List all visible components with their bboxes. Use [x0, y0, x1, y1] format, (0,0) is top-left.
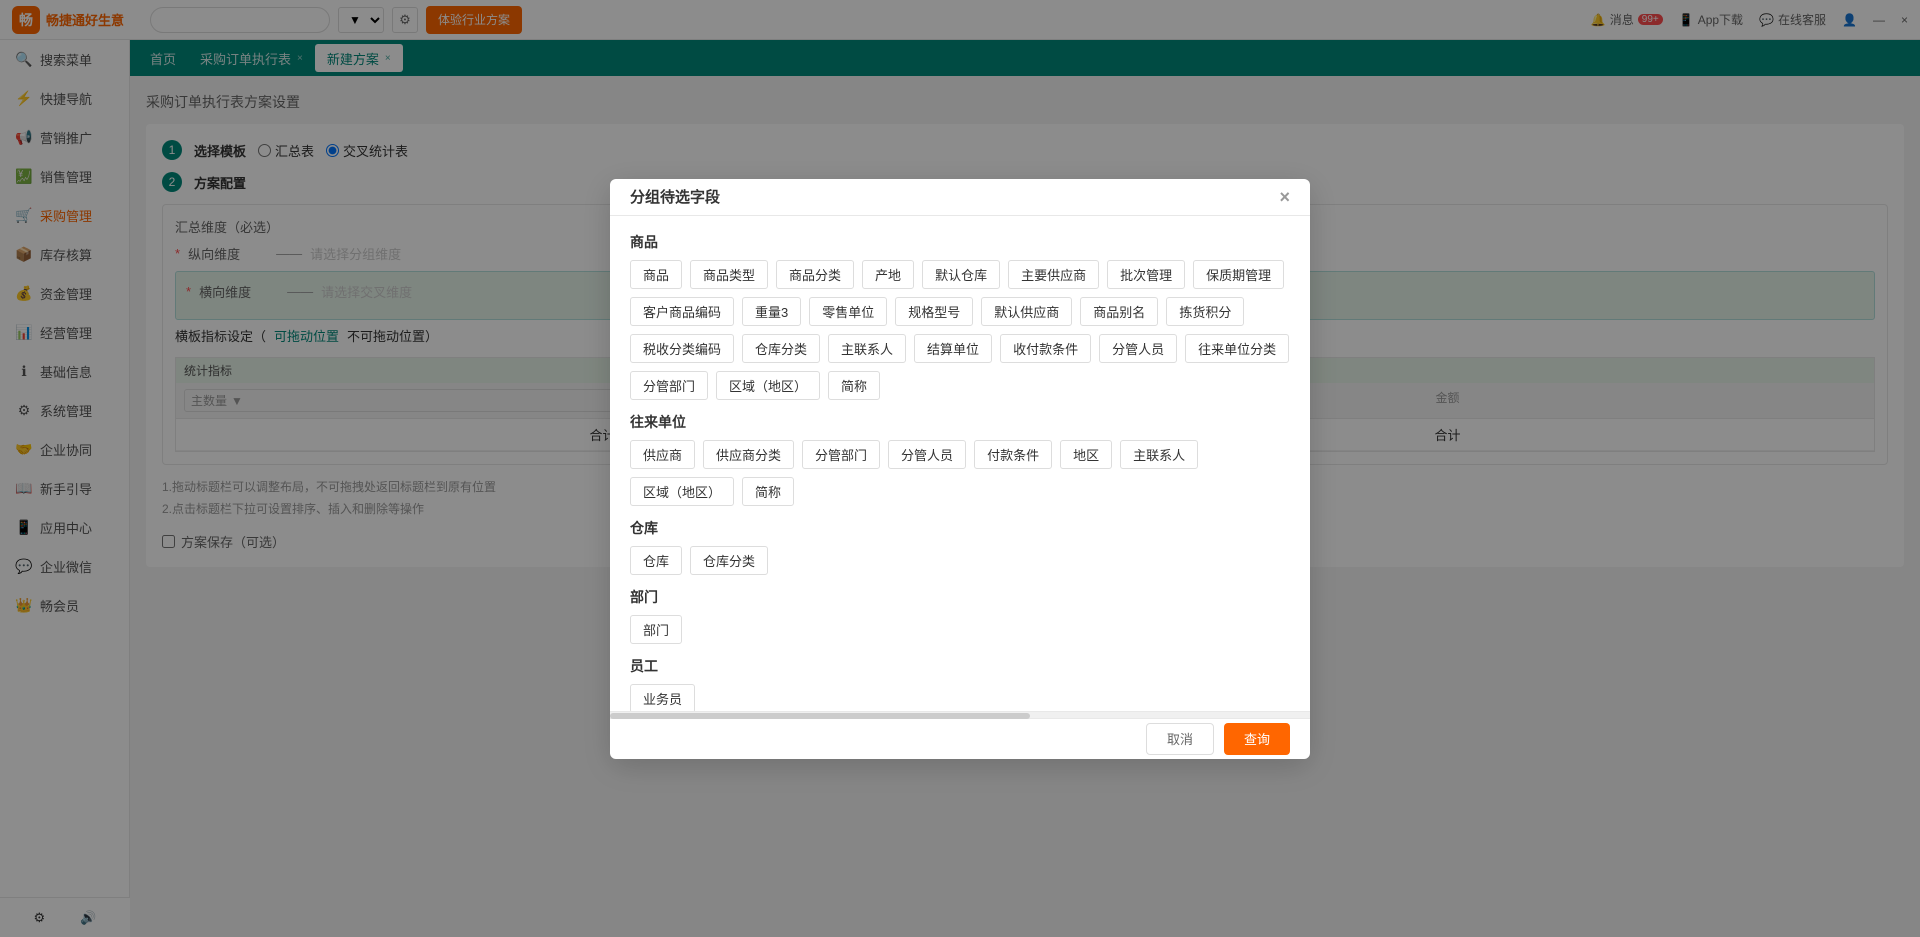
field-tag[interactable]: 主联系人	[1120, 440, 1198, 469]
field-tag[interactable]: 区域（地区）	[630, 477, 734, 506]
field-tag[interactable]: 收付款条件	[1000, 334, 1091, 363]
modal-field-selector: 分组待选字段 × 商品 商品 商品类型 商品分类 产地 默认仓库 主要供应商 批…	[610, 179, 1310, 759]
field-tag[interactable]: 客户商品编码	[630, 297, 734, 326]
section-title-partner: 往来单位	[630, 412, 1290, 432]
field-tag[interactable]: 供应商	[630, 440, 695, 469]
field-tag[interactable]: 重量3	[742, 297, 801, 326]
field-tag[interactable]: 简称	[828, 371, 880, 400]
field-tag[interactable]: 零售单位	[809, 297, 887, 326]
field-tag[interactable]: 主要供应商	[1008, 260, 1099, 289]
field-tag[interactable]: 付款条件	[974, 440, 1052, 469]
field-tag[interactable]: 产地	[862, 260, 914, 289]
section-title-dept: 部门	[630, 587, 1290, 607]
field-tag[interactable]: 往来单位分类	[1185, 334, 1289, 363]
section-title-warehouse: 仓库	[630, 518, 1290, 538]
field-tag[interactable]: 规格型号	[895, 297, 973, 326]
modal-horizontal-scrollbar[interactable]	[610, 711, 1310, 717]
modal-footer: 取消 查询	[610, 718, 1310, 759]
field-grid-dept: 部门	[630, 615, 1290, 644]
field-tag[interactable]: 分管部门	[630, 371, 708, 400]
field-tag[interactable]: 供应商分类	[703, 440, 794, 469]
field-tag[interactable]: 商品类型	[690, 260, 768, 289]
field-tag[interactable]: 商品分类	[776, 260, 854, 289]
modal-title: 分组待选字段	[630, 186, 720, 207]
field-tag[interactable]: 简称	[742, 477, 794, 506]
field-tag[interactable]: 分管人员	[888, 440, 966, 469]
confirm-button[interactable]: 查询	[1224, 723, 1290, 755]
field-tag[interactable]: 税收分类编码	[630, 334, 734, 363]
field-tag[interactable]: 保质期管理	[1193, 260, 1284, 289]
field-tag[interactable]: 业务员	[630, 684, 695, 711]
field-tag[interactable]: 分管部门	[802, 440, 880, 469]
field-tag[interactable]: 仓库	[630, 546, 682, 575]
field-tag[interactable]: 批次管理	[1107, 260, 1185, 289]
section-title-staff: 员工	[630, 656, 1290, 676]
field-tag[interactable]: 商品别名	[1080, 297, 1158, 326]
field-tag[interactable]: 地区	[1060, 440, 1112, 469]
modal-overlay: 分组待选字段 × 商品 商品 商品类型 商品分类 产地 默认仓库 主要供应商 批…	[0, 0, 1920, 937]
field-tag[interactable]: 仓库分类	[742, 334, 820, 363]
modal-close-button[interactable]: ×	[1279, 188, 1290, 206]
modal-header: 分组待选字段 ×	[610, 179, 1310, 217]
modal-body: 商品 商品 商品类型 商品分类 产地 默认仓库 主要供应商 批次管理 保质期管理…	[610, 216, 1310, 711]
field-grid-product: 商品 商品类型 商品分类 产地 默认仓库 主要供应商 批次管理 保质期管理 客户…	[630, 260, 1290, 400]
field-tag[interactable]: 分管人员	[1099, 334, 1177, 363]
field-tag[interactable]: 结算单位	[914, 334, 992, 363]
field-grid-warehouse: 仓库 仓库分类	[630, 546, 1290, 575]
field-tag[interactable]: 默认仓库	[922, 260, 1000, 289]
field-tag[interactable]: 拣货积分	[1166, 297, 1244, 326]
field-tag[interactable]: 部门	[630, 615, 682, 644]
field-tag[interactable]: 默认供应商	[981, 297, 1072, 326]
section-title-product: 商品	[630, 232, 1290, 252]
field-grid-staff: 业务员	[630, 684, 1290, 711]
field-grid-partner: 供应商 供应商分类 分管部门 分管人员 付款条件 地区 主联系人 区域（地区） …	[630, 440, 1290, 506]
field-tag[interactable]: 区域（地区）	[716, 371, 820, 400]
scrollbar-thumb	[610, 713, 1030, 719]
field-tag[interactable]: 商品	[630, 260, 682, 289]
field-tag[interactable]: 主联系人	[828, 334, 906, 363]
cancel-button[interactable]: 取消	[1146, 723, 1214, 755]
field-tag[interactable]: 仓库分类	[690, 546, 768, 575]
